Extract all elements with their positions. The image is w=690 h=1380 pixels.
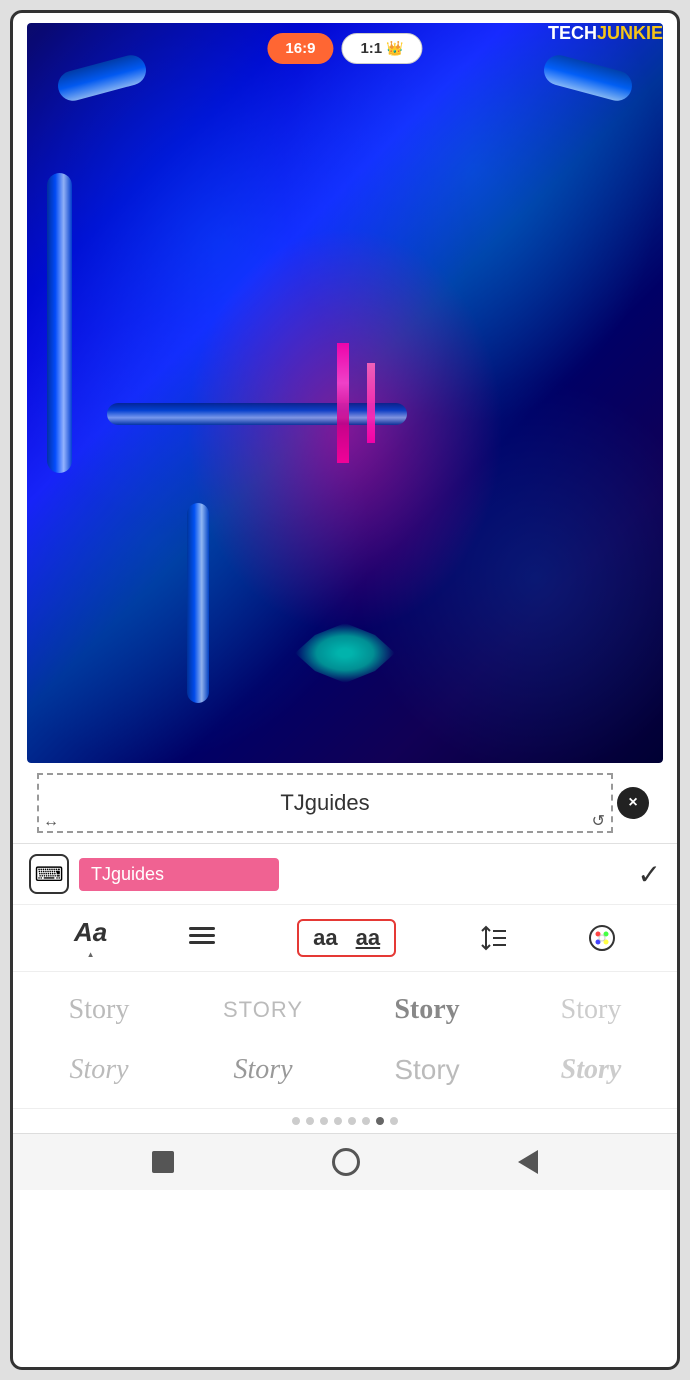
aspect-1-1-button[interactable]: 1:1 👑: [341, 33, 422, 64]
nav-square-button[interactable]: [152, 1151, 174, 1173]
font-style-item-0[interactable]: Story: [17, 980, 181, 1040]
text-input-row: ⌨ TJguides ✓: [13, 844, 677, 905]
nav-back-button[interactable]: [518, 1150, 538, 1174]
main-image: [27, 23, 663, 763]
dragon-area: [295, 623, 395, 683]
pagination-dot-2[interactable]: [320, 1117, 328, 1125]
pagination-dots: [13, 1109, 677, 1133]
font-style-label-7: Story: [561, 1054, 622, 1086]
keyboard-icon: ⌨: [35, 862, 64, 887]
case-lower-button[interactable]: aa: [309, 925, 341, 951]
bottom-toolbar: ⌨ TJguides ✓ Aa ▲ aa aa: [13, 843, 677, 1190]
tool-icons-row: Aa ▲ aa aa: [13, 905, 677, 972]
watermark-junkie: JUNKIE: [597, 23, 663, 43]
font-style-item-7[interactable]: Story: [509, 1040, 673, 1100]
case-buttons: aa aa: [297, 919, 396, 957]
nav-circle-icon: [332, 1148, 360, 1176]
align-tool-icon[interactable]: [189, 927, 215, 949]
nav-bar: [13, 1133, 677, 1190]
pagination-dot-1[interactable]: [306, 1117, 314, 1125]
nav-square-icon: [152, 1151, 174, 1173]
font-triangle-icon: ▲: [87, 950, 95, 959]
text-overlay-area: TJguides ↔ ↺ ×: [27, 763, 663, 843]
font-tool-icon[interactable]: Aa ▲: [74, 917, 107, 959]
watermark-tech: TECH: [548, 23, 597, 43]
dashed-box[interactable]: TJguides: [37, 773, 613, 833]
aspect-16-9-button[interactable]: 16:9: [267, 33, 333, 64]
light-strip-1: [337, 343, 349, 463]
color-tool-icon[interactable]: [588, 924, 616, 952]
watermark: TECHJUNKIE: [548, 23, 663, 44]
font-style-item-4[interactable]: Story: [17, 1040, 181, 1100]
font-style-label-4: Story: [69, 1054, 128, 1086]
font-style-item-6[interactable]: Story: [345, 1040, 509, 1100]
font-style-label-2: Story: [394, 994, 459, 1026]
pagination-dot-4[interactable]: [348, 1117, 356, 1125]
resize-icon[interactable]: ↔: [43, 813, 59, 831]
case-upper-button[interactable]: aa: [352, 925, 384, 951]
pagination-dot-5[interactable]: [362, 1117, 370, 1125]
tube-bottom-v: [187, 503, 209, 703]
phone-frame: TECHJUNKIE 16:9 1:1 👑: [10, 10, 680, 1370]
font-style-label-5: Story: [233, 1054, 292, 1086]
font-label: Aa: [74, 917, 107, 948]
pagination-dot-0[interactable]: [292, 1117, 300, 1125]
font-style-label-6: Story: [394, 1054, 459, 1086]
font-style-item-1[interactable]: STORY: [181, 980, 345, 1040]
overlay-text: TJguides: [280, 790, 369, 816]
tube-center-h: [107, 403, 407, 425]
line-spacing-icon[interactable]: [478, 925, 506, 951]
font-styles-grid: Story STORY Story Story Story Story Stor…: [13, 972, 677, 1109]
dragon-shape: [295, 623, 395, 683]
font-style-label-1: STORY: [223, 997, 303, 1023]
pagination-dot-7[interactable]: [390, 1117, 398, 1125]
crown-icon: 👑: [386, 40, 403, 57]
line-spacing-svg: [478, 925, 506, 951]
font-style-label-0: Story: [69, 994, 130, 1026]
font-style-item-5[interactable]: Story: [181, 1040, 345, 1100]
nav-back-icon: [518, 1150, 538, 1174]
font-style-item-2[interactable]: Story: [345, 980, 509, 1040]
image-container: 16:9 1:1 👑: [27, 23, 663, 763]
text-input-field[interactable]: TJguides: [79, 858, 279, 891]
nav-circle-button[interactable]: [332, 1148, 360, 1176]
font-style-label-3: Story: [561, 994, 622, 1026]
pagination-dot-3[interactable]: [334, 1117, 342, 1125]
light-strip-2: [367, 363, 375, 443]
pagination-dot-6[interactable]: [376, 1117, 384, 1125]
aspect-buttons: 16:9 1:1 👑: [267, 33, 422, 64]
align-icon: [189, 927, 215, 949]
color-palette-icon: [588, 924, 616, 952]
keyboard-icon-button[interactable]: ⌨: [29, 854, 69, 894]
font-style-item-3[interactable]: Story: [509, 980, 673, 1040]
tube-left: [47, 173, 72, 473]
rotate-icon[interactable]: ↺: [592, 811, 605, 831]
checkmark-button[interactable]: ✓: [638, 858, 661, 891]
close-button[interactable]: ×: [617, 787, 649, 819]
